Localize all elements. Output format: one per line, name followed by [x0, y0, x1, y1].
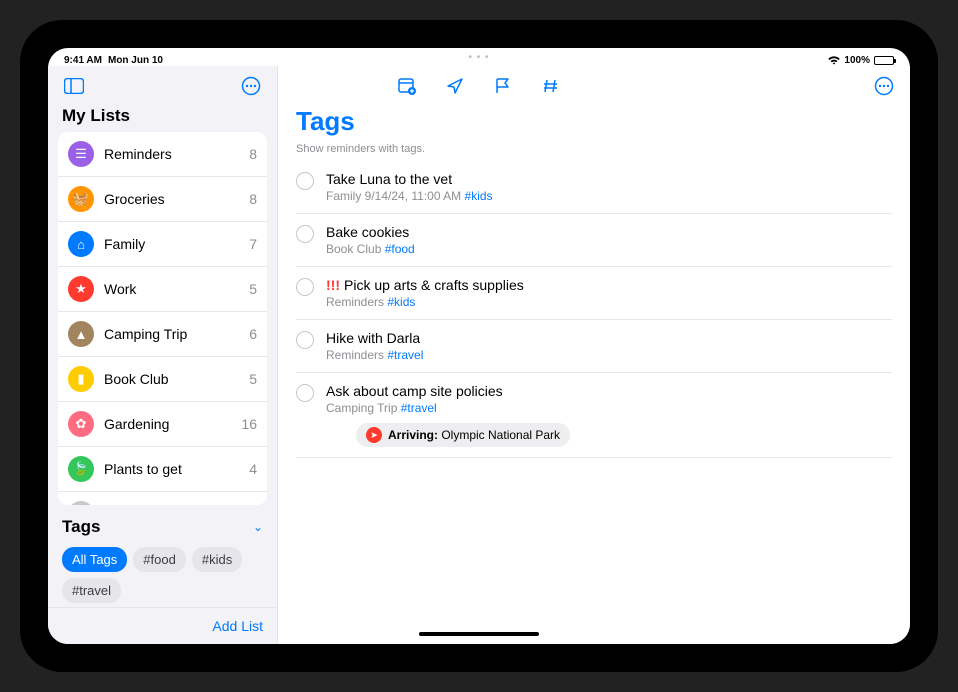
sidebar: My Lists ☰ Reminders 8 🧺 Groceries 8 ⌂ F…: [48, 66, 278, 644]
reminder-tag[interactable]: #kids: [387, 295, 415, 309]
list-name: Reminders: [104, 146, 249, 162]
reminder-item[interactable]: !!! Pick up arts & crafts supplies Remin…: [296, 267, 892, 320]
sidebar-list-item[interactable]: 🍃 Plants to get 4: [58, 447, 267, 492]
reminder-title: Take Luna to the vet: [326, 171, 892, 187]
tags-section-title: Tags: [62, 517, 100, 537]
list-icon: ☰: [68, 141, 94, 167]
battery-percent: 100%: [844, 55, 870, 66]
complete-radio[interactable]: [296, 331, 314, 349]
chevron-down-icon[interactable]: ⌄: [253, 520, 263, 534]
reminder-tag[interactable]: #travel: [401, 401, 437, 415]
list-name: Gardening: [104, 416, 241, 432]
hashtag-icon[interactable]: [539, 74, 563, 98]
list-icon: ▮: [68, 366, 94, 392]
sidebar-toggle-icon[interactable]: [62, 74, 86, 98]
reminder-subtitle: Reminders #kids: [326, 295, 892, 309]
priority-indicator: !!!: [326, 277, 340, 293]
list-count: 6: [249, 326, 257, 342]
list-name: Family: [104, 236, 249, 252]
sidebar-list-item[interactable]: 🧺 Groceries 8: [58, 177, 267, 222]
reminder-title: !!! Pick up arts & crafts supplies: [326, 277, 892, 293]
more-options-icon[interactable]: [239, 74, 263, 98]
reminder-subtitle: Camping Trip #travel: [326, 401, 892, 415]
sidebar-list-item[interactable]: ▮ Book Club 5: [58, 357, 267, 402]
list-count: 8: [249, 146, 257, 162]
list-name: Book Club: [104, 371, 249, 387]
complete-radio[interactable]: [296, 172, 314, 190]
list-count: 8: [249, 191, 257, 207]
page-title: Tags: [278, 102, 910, 137]
list-count: 4: [249, 461, 257, 477]
list-count: 7: [249, 236, 257, 252]
location-icon[interactable]: [443, 74, 467, 98]
list-icon: 🧺: [68, 186, 94, 212]
window-grabber[interactable]: • • •: [468, 52, 489, 63]
list-count: 16: [241, 416, 257, 432]
list-count: 5: [249, 281, 257, 297]
reminder-title: Hike with Darla: [326, 330, 892, 346]
sidebar-section-title: My Lists: [48, 102, 277, 132]
list-icon: ▲: [68, 321, 94, 347]
list-name: Plants to get: [104, 461, 249, 477]
complete-radio[interactable]: [296, 384, 314, 402]
tag-chip[interactable]: #food: [133, 547, 186, 572]
flag-icon[interactable]: [491, 74, 515, 98]
complete-radio[interactable]: [296, 278, 314, 296]
reminder-subtitle: Reminders #travel: [326, 348, 892, 362]
more-options-icon[interactable]: [872, 74, 896, 98]
calendar-add-icon[interactable]: [395, 74, 419, 98]
complete-radio[interactable]: [296, 225, 314, 243]
status-date: Mon Jun 10: [108, 55, 163, 66]
list-count: 5: [249, 371, 257, 387]
reminder-item[interactable]: Hike with Darla Reminders #travel: [296, 320, 892, 373]
reminder-tag[interactable]: #kids: [465, 189, 493, 203]
sidebar-list-item[interactable]: ⌂ Family 7: [58, 222, 267, 267]
location-pin-icon: ➤: [366, 427, 382, 443]
list-icon: ★: [68, 276, 94, 302]
battery-icon: [874, 56, 894, 65]
reminder-tag[interactable]: #food: [385, 242, 415, 256]
status-time: 9:41 AM: [64, 55, 102, 66]
reminder-title: Ask about camp site policies: [326, 383, 892, 399]
sidebar-list-item[interactable]: ★ Work 5: [58, 267, 267, 312]
sidebar-list-item[interactable]: ☰ Reminders 8: [58, 132, 267, 177]
list-name: Camping Trip: [104, 326, 249, 342]
tag-chip[interactable]: All Tags: [62, 547, 127, 572]
wifi-icon: [828, 56, 840, 65]
tag-chip[interactable]: #kids: [192, 547, 242, 572]
reminder-subtitle: Book Club #food: [326, 242, 892, 256]
sidebar-list-item[interactable]: 🗑 Recently Deleted 14: [58, 492, 267, 505]
reminder-item[interactable]: Ask about camp site policies Camping Tri…: [296, 373, 892, 458]
home-indicator[interactable]: [419, 632, 539, 636]
tag-chip[interactable]: #travel: [62, 578, 121, 603]
list-icon: ✿: [68, 411, 94, 437]
list-icon: 🍃: [68, 456, 94, 482]
main-panel: Tags Show reminders with tags. Take Luna…: [278, 66, 910, 644]
reminder-item[interactable]: Take Luna to the vet Family 9/14/24, 11:…: [296, 161, 892, 214]
add-list-button[interactable]: Add List: [212, 618, 263, 634]
page-subtitle: Show reminders with tags.: [278, 137, 910, 161]
arriving-badge: ➤ Arriving: Olympic National Park: [356, 423, 570, 447]
reminder-title: Bake cookies: [326, 224, 892, 240]
list-name: Groceries: [104, 191, 249, 207]
list-icon: ⌂: [68, 231, 94, 257]
list-name: Work: [104, 281, 249, 297]
sidebar-list-item[interactable]: ▲ Camping Trip 6: [58, 312, 267, 357]
reminder-tag[interactable]: #travel: [387, 348, 423, 362]
sidebar-list-item[interactable]: ✿ Gardening 16: [58, 402, 267, 447]
reminder-item[interactable]: Bake cookies Book Club #food: [296, 214, 892, 267]
reminder-subtitle: Family 9/14/24, 11:00 AM #kids: [326, 189, 892, 203]
